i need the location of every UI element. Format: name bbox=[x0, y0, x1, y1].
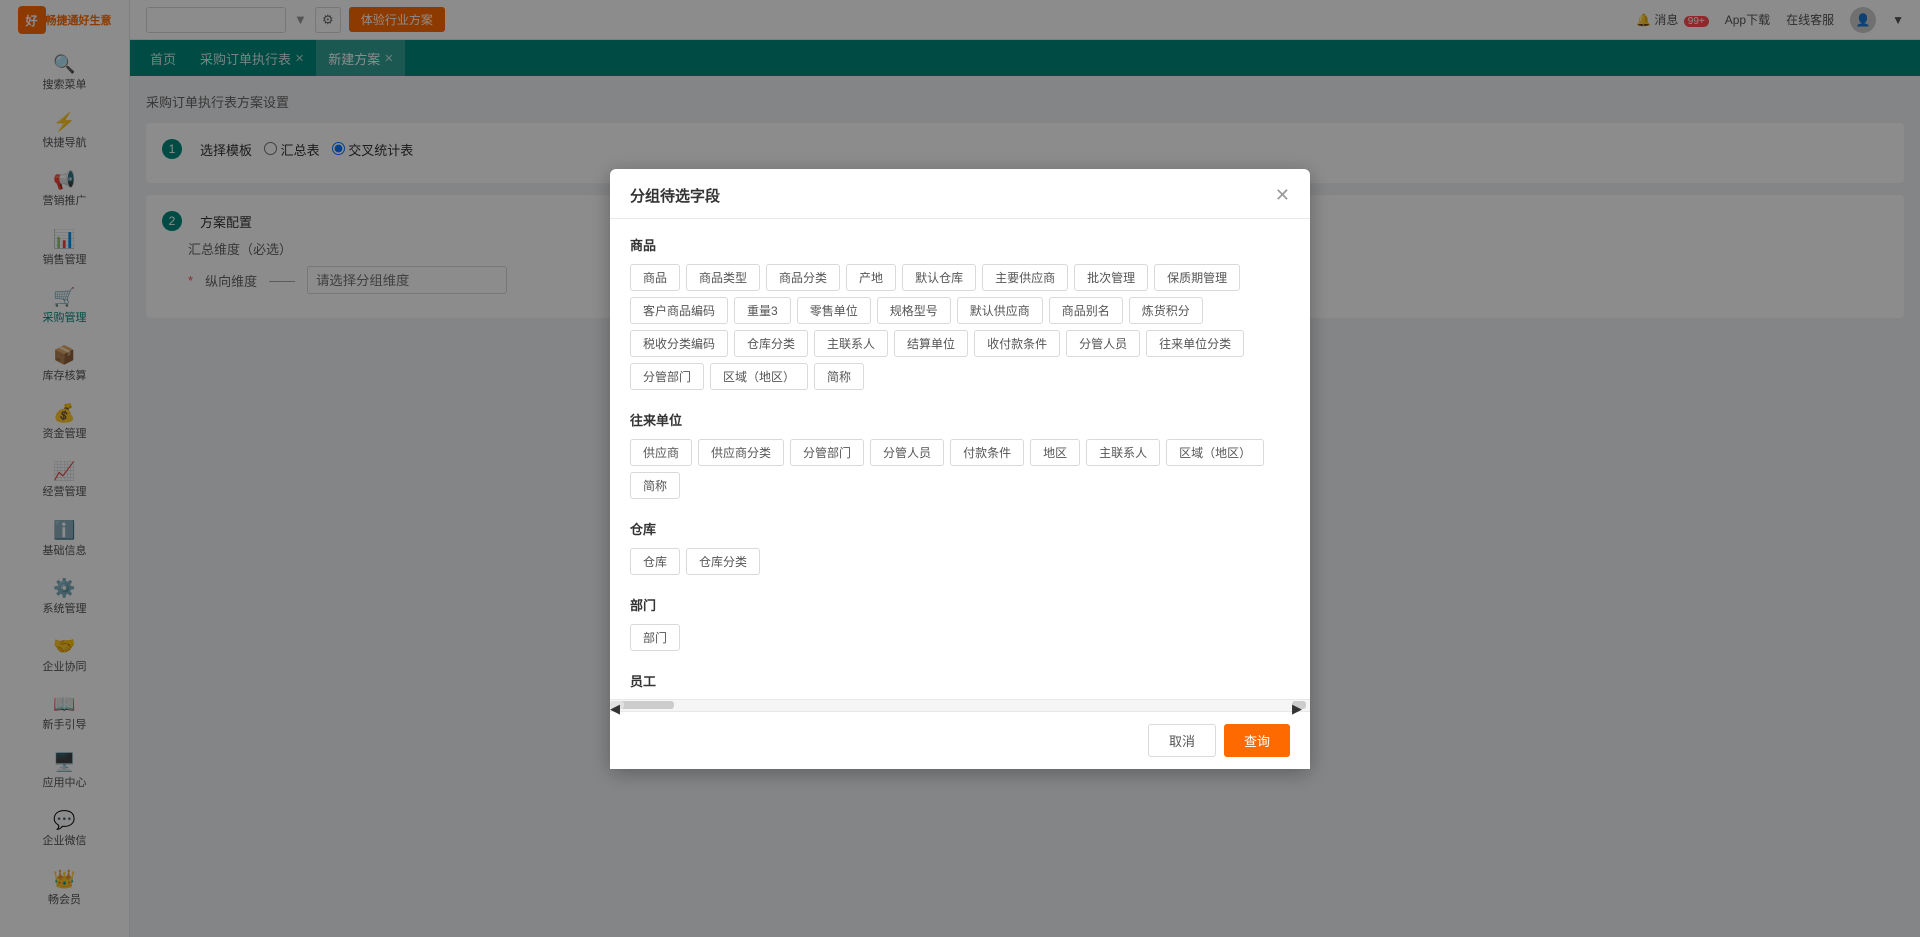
field-tag-0-21[interactable]: 往来单位分类 bbox=[1146, 330, 1244, 357]
modal-hscrollbar[interactable]: ▶ ◀ bbox=[610, 699, 1310, 711]
field-tag-0-2[interactable]: 商品分类 bbox=[766, 264, 840, 291]
field-section-2: 仓库仓库仓库分类 bbox=[630, 519, 1290, 575]
field-tags-0: 商品商品类型商品分类产地默认仓库主要供应商批次管理保质期管理客户商品编码重量3零… bbox=[630, 264, 1290, 390]
field-tag-0-17[interactable]: 主联系人 bbox=[814, 330, 888, 357]
cancel-button[interactable]: 取消 bbox=[1148, 724, 1216, 757]
field-tag-1-3[interactable]: 分管人员 bbox=[870, 439, 944, 466]
field-section-4: 员工业务员 bbox=[630, 671, 1290, 699]
field-tag-0-14[interactable]: 炼货积分 bbox=[1129, 297, 1203, 324]
field-tag-0-20[interactable]: 分管人员 bbox=[1066, 330, 1140, 357]
field-tag-1-6[interactable]: 主联系人 bbox=[1086, 439, 1160, 466]
field-tag-0-6[interactable]: 批次管理 bbox=[1074, 264, 1148, 291]
field-tag-0-4[interactable]: 默认仓库 bbox=[902, 264, 976, 291]
field-tag-0-11[interactable]: 规格型号 bbox=[877, 297, 951, 324]
field-tag-0-23[interactable]: 区域（地区） bbox=[710, 363, 808, 390]
modal-title: 分组待选字段 bbox=[630, 185, 720, 206]
field-tags-3: 部门 bbox=[630, 624, 1290, 651]
field-tag-1-1[interactable]: 供应商分类 bbox=[698, 439, 784, 466]
field-tag-1-5[interactable]: 地区 bbox=[1030, 439, 1080, 466]
field-tag-0-12[interactable]: 默认供应商 bbox=[957, 297, 1043, 324]
field-section-title-2: 仓库 bbox=[630, 519, 1290, 538]
field-tag-2-0[interactable]: 仓库 bbox=[630, 548, 680, 575]
field-tags-2: 仓库仓库分类 bbox=[630, 548, 1290, 575]
field-tag-2-1[interactable]: 仓库分类 bbox=[686, 548, 760, 575]
field-tag-0-3[interactable]: 产地 bbox=[846, 264, 896, 291]
modal-header: 分组待选字段 ✕ bbox=[610, 169, 1310, 219]
field-tag-1-4[interactable]: 付款条件 bbox=[950, 439, 1024, 466]
modal-dialog: 分组待选字段 ✕ 商品商品商品类型商品分类产地默认仓库主要供应商批次管理保质期管… bbox=[610, 169, 1310, 769]
field-tag-1-7[interactable]: 区域（地区） bbox=[1166, 439, 1264, 466]
field-tag-0-7[interactable]: 保质期管理 bbox=[1154, 264, 1240, 291]
field-tag-0-13[interactable]: 商品别名 bbox=[1049, 297, 1123, 324]
modal-footer: 取消 查询 bbox=[610, 711, 1310, 769]
field-tag-3-0[interactable]: 部门 bbox=[630, 624, 680, 651]
field-section-0: 商品商品商品类型商品分类产地默认仓库主要供应商批次管理保质期管理客户商品编码重量… bbox=[630, 235, 1290, 390]
modal-close-button[interactable]: ✕ bbox=[1275, 186, 1290, 204]
field-tag-0-24[interactable]: 简称 bbox=[814, 363, 864, 390]
field-tag-0-9[interactable]: 重量3 bbox=[734, 297, 791, 324]
field-tag-1-2[interactable]: 分管部门 bbox=[790, 439, 864, 466]
field-tag-0-22[interactable]: 分管部门 bbox=[630, 363, 704, 390]
field-tag-0-0[interactable]: 商品 bbox=[630, 264, 680, 291]
field-section-3: 部门部门 bbox=[630, 595, 1290, 651]
modal-body[interactable]: 商品商品商品类型商品分类产地默认仓库主要供应商批次管理保质期管理客户商品编码重量… bbox=[610, 219, 1310, 699]
field-tag-0-10[interactable]: 零售单位 bbox=[797, 297, 871, 324]
field-tag-0-1[interactable]: 商品类型 bbox=[686, 264, 760, 291]
hscroll-right-btn[interactable]: ▶ bbox=[1292, 701, 1306, 709]
field-tag-0-18[interactable]: 结算单位 bbox=[894, 330, 968, 357]
field-section-title-0: 商品 bbox=[630, 235, 1290, 254]
confirm-button[interactable]: 查询 bbox=[1224, 724, 1290, 757]
field-tag-1-0[interactable]: 供应商 bbox=[630, 439, 692, 466]
field-tag-0-5[interactable]: 主要供应商 bbox=[982, 264, 1068, 291]
modal-overlay: 分组待选字段 ✕ 商品商品商品类型商品分类产地默认仓库主要供应商批次管理保质期管… bbox=[0, 0, 1920, 937]
field-section-1: 往来单位供应商供应商分类分管部门分管人员付款条件地区主联系人区域（地区） 简称 bbox=[630, 410, 1290, 499]
field-section-title-3: 部门 bbox=[630, 595, 1290, 614]
field-tag-0-16[interactable]: 仓库分类 bbox=[734, 330, 808, 357]
field-tag-0-19[interactable]: 收付款条件 bbox=[974, 330, 1060, 357]
field-section-title-4: 员工 bbox=[630, 671, 1290, 690]
field-tag-0-8[interactable]: 客户商品编码 bbox=[630, 297, 728, 324]
hscroll-left-btn[interactable]: ◀ bbox=[610, 701, 624, 709]
field-tags-1: 供应商供应商分类分管部门分管人员付款条件地区主联系人区域（地区） 简称 bbox=[630, 439, 1290, 499]
field-section-title-1: 往来单位 bbox=[630, 410, 1290, 429]
field-tag-0-15[interactable]: 税收分类编码 bbox=[630, 330, 728, 357]
field-tag-1-8[interactable]: 简称 bbox=[630, 472, 680, 499]
